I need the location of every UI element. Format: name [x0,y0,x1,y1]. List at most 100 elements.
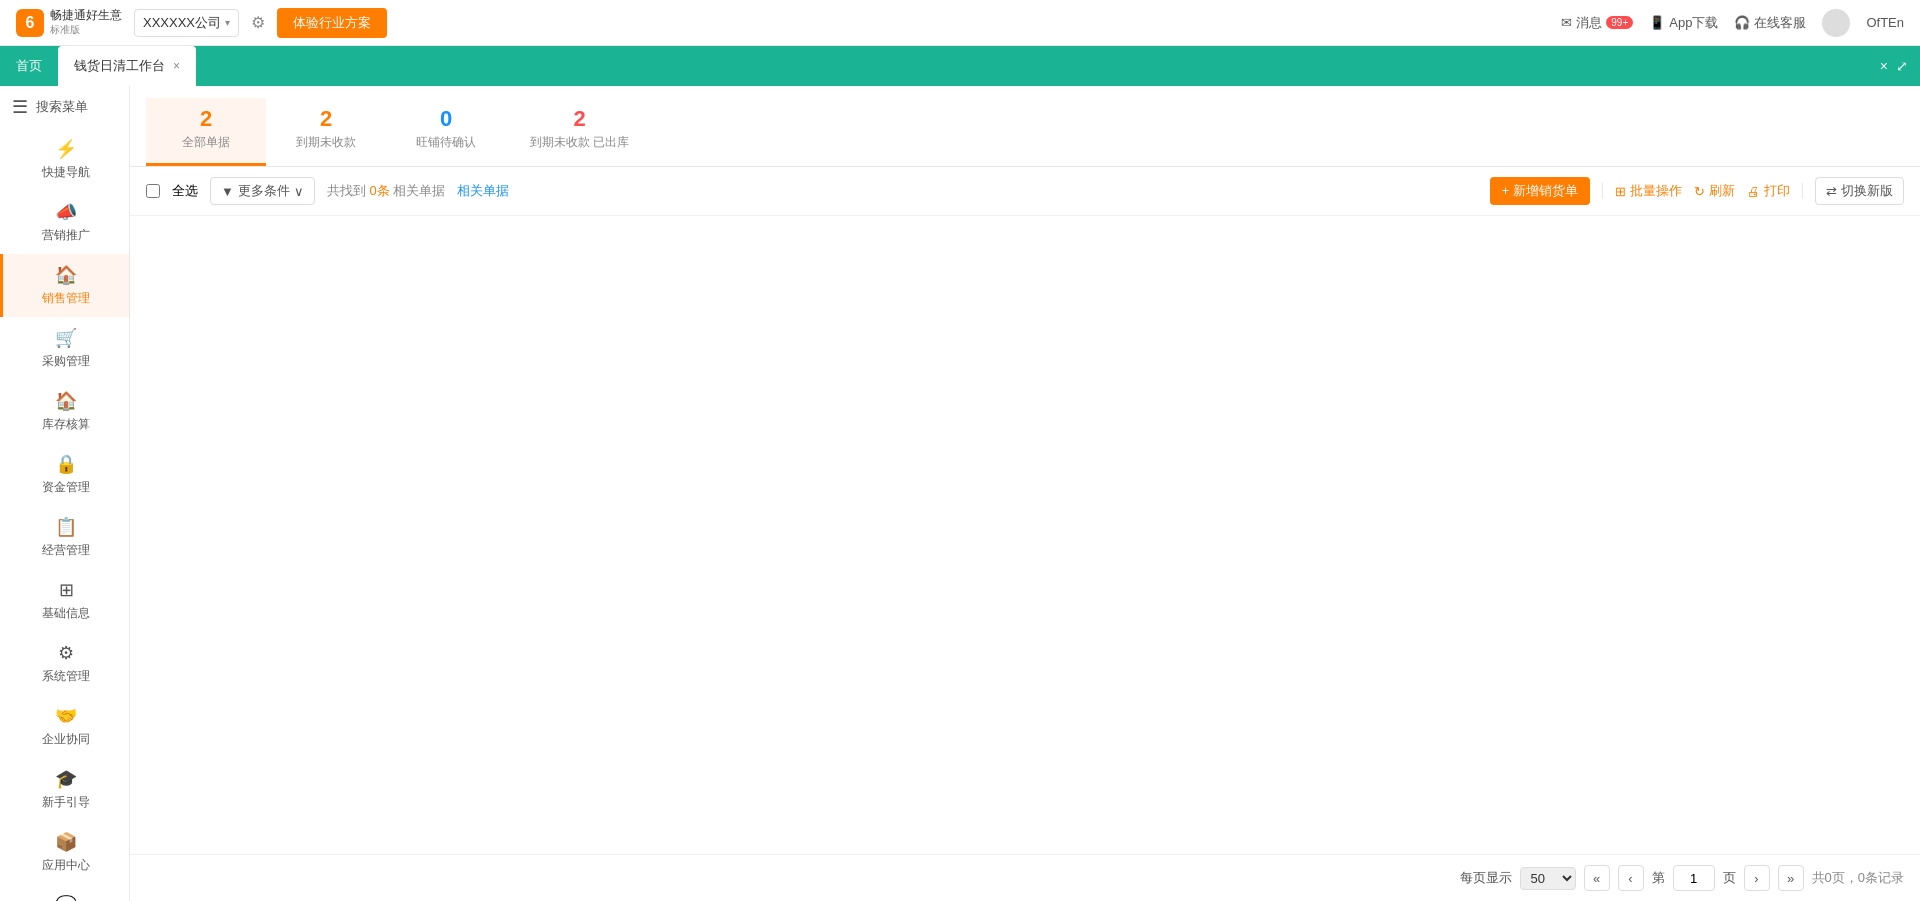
lock-icon: 🔒 [55,453,77,475]
stat-count-all: 2 [200,106,212,132]
per-page-label: 每页显示 [1460,869,1512,887]
sidebar-item-purchase[interactable]: 🛒 采购管理 [0,317,129,380]
sidebar-item-sales[interactable]: 🏠 销售管理 [0,254,129,317]
sidebar-item-label: 基础信息 [42,605,90,622]
flash-icon: ⚡ [55,138,77,160]
table-area [130,216,1920,854]
company-selector[interactable]: XXXXXX公司 ▾ [134,9,239,37]
prev-page-button[interactable]: ‹ [1618,865,1644,891]
per-page-select[interactable]: 50 20 100 [1520,867,1576,890]
result-prefix: 共找到 [327,183,366,198]
sidebar-item-label: 新手引导 [42,794,90,811]
sidebar: ☰ 搜索菜单 ⚡ 快捷导航 📣 营销推广 🏠 销售管理 🛒 采购管理 🏠 库存核… [0,86,130,901]
sidebar-item-inventory[interactable]: 🏠 库存核算 [0,380,129,443]
filter-button[interactable]: ▼ 更多条件 ∨ [210,177,315,205]
message-icon: ✉ [1561,15,1572,30]
toolbar-right: + 新增销货单 ⊞ 批量操作 ↻ 刷新 🖨 打印 [1490,177,1904,205]
pagination-bar: 每页显示 50 20 100 « ‹ 第 页 › » 共0页，0条记录 [130,854,1920,901]
logo-icon: 6 [16,9,44,37]
sidebar-item-cooperation[interactable]: 🤝 企业协同 [0,695,129,758]
sidebar-item-search-menu[interactable]: ☰ 搜索菜单 [0,86,129,128]
house-icon: 🏠 [55,264,77,286]
top-bar-right: ✉ 消息 99+ 📱 App下载 🎧 在线客服 OfTEn [1561,9,1904,37]
app-download-nav[interactable]: 📱 App下载 [1649,14,1718,32]
user-name: OfTEn [1866,15,1904,30]
filter-icon: ▼ [221,184,234,199]
sidebar-item-label: 库存核算 [42,416,90,433]
inventory-icon: 🏠 [55,390,77,412]
result-count: 0条 [370,183,390,198]
sidebar-item-label: 采购管理 [42,353,90,370]
stat-tab-pending[interactable]: 0 旺铺待确认 [386,98,506,166]
batch-operation-button[interactable]: ⊞ 批量操作 [1615,182,1682,200]
sidebar-item-label: 企业协同 [42,731,90,748]
next-page-button[interactable]: › [1744,865,1770,891]
message-nav[interactable]: ✉ 消息 99+ [1561,14,1633,32]
sidebar-item-label: 快捷导航 [42,164,90,181]
result-suffix: 相关单据 [393,183,445,198]
print-button[interactable]: 🖨 打印 [1747,182,1790,200]
first-page-button[interactable]: « [1584,865,1610,891]
related-bills-link[interactable]: 相关单据 [457,182,509,200]
trial-button[interactable]: 体验行业方案 [277,8,387,38]
refresh-label: 刷新 [1709,182,1735,200]
sidebar-item-operations[interactable]: 📋 经营管理 [0,506,129,569]
switch-version-button[interactable]: ⇄ 切换新版 [1815,177,1904,205]
stat-label-pending: 旺铺待确认 [416,134,476,151]
sidebar-item-finance[interactable]: 🔒 资金管理 [0,443,129,506]
guide-icon: 🎓 [55,768,77,790]
sidebar-item-basic-info[interactable]: ⊞ 基础信息 [0,569,129,632]
total-info: 共0页，0条记录 [1812,869,1904,887]
stat-label-overdue-shipped: 到期未收款 已出库 [530,134,629,151]
sidebar-item-label: 销售管理 [42,290,90,307]
refresh-button[interactable]: ↻ 刷新 [1694,182,1735,200]
last-page-button[interactable]: » [1778,865,1804,891]
page-label: 第 [1652,869,1665,887]
sidebar-item-marketing[interactable]: 📣 营销推广 [0,191,129,254]
online-service-nav[interactable]: 🎧 在线客服 [1734,14,1806,32]
tab-work-bench[interactable]: 钱货日清工作台 × [58,46,196,86]
top-bar-left: 6 畅捷通好生意 标准版 XXXXXX公司 ▾ ⚙ 体验行业方案 [16,8,387,38]
tab-close-icon[interactable]: × [173,59,180,73]
sidebar-item-app-center[interactable]: 📦 应用中心 [0,821,129,884]
logo-badge: 标准版 [50,23,122,37]
batch-icon: ⊞ [1615,184,1626,199]
logo-area: 6 畅捷通好生意 标准版 [16,8,122,38]
page-number-input[interactable] [1673,865,1715,891]
select-all-checkbox[interactable] [146,184,160,198]
sidebar-item-wechat[interactable]: 💬 企业微信 [0,884,129,901]
stat-count-overdue: 2 [320,106,332,132]
content-area: 2 全部单据 2 到期未收款 0 旺铺待确认 2 到期未收款 已出库 [130,86,1920,901]
sidebar-item-system[interactable]: ⚙ 系统管理 [0,632,129,695]
avatar[interactable] [1822,9,1850,37]
stat-tab-overdue-shipped[interactable]: 2 到期未收款 已出库 [506,98,653,166]
stat-tab-all[interactable]: 2 全部单据 [146,98,266,166]
stat-count-overdue-shipped: 2 [574,106,586,132]
switch-icon: ⇄ [1826,184,1837,199]
company-name: XXXXXX公司 [143,14,221,32]
print-icon: 🖨 [1747,184,1760,199]
tab-home[interactable]: 首页 [0,46,58,86]
grid-icon: ⊞ [59,579,74,601]
stat-tab-overdue[interactable]: 2 到期未收款 [266,98,386,166]
sidebar-item-label: 系统管理 [42,668,90,685]
app-download-label: App下载 [1669,14,1718,32]
logo-text-block: 畅捷通好生意 标准版 [50,8,122,38]
tab-minimize-icon[interactable]: × [1880,58,1888,74]
refresh-icon: ↻ [1694,184,1705,199]
sidebar-item-guide[interactable]: 🎓 新手引导 [0,758,129,821]
sidebar-item-quick-nav[interactable]: ⚡ 快捷导航 [0,128,129,191]
main-layout: ☰ 搜索菜单 ⚡ 快捷导航 📣 营销推广 🏠 销售管理 🛒 采购管理 🏠 库存核… [0,86,1920,901]
tab-bar-actions: × ⤢ [1880,58,1920,74]
toolbar-left: 全选 ▼ 更多条件 ∨ 共找到 0条 相关单据 相关单据 [146,177,1478,205]
add-sales-order-button[interactable]: + 新增销货单 [1490,177,1590,205]
print-label: 打印 [1764,182,1790,200]
search-icon: ☰ [12,96,28,118]
sidebar-item-label: 搜索菜单 [36,98,88,116]
sidebar-item-label: 经营管理 [42,542,90,559]
sidebar-item-label: 应用中心 [42,857,90,874]
stat-label-overdue: 到期未收款 [296,134,356,151]
tab-maximize-icon[interactable]: ⤢ [1896,58,1908,74]
settings-button[interactable]: ⚙ [251,13,265,32]
stats-tabs: 2 全部单据 2 到期未收款 0 旺铺待确认 2 到期未收款 已出库 [130,86,1920,167]
